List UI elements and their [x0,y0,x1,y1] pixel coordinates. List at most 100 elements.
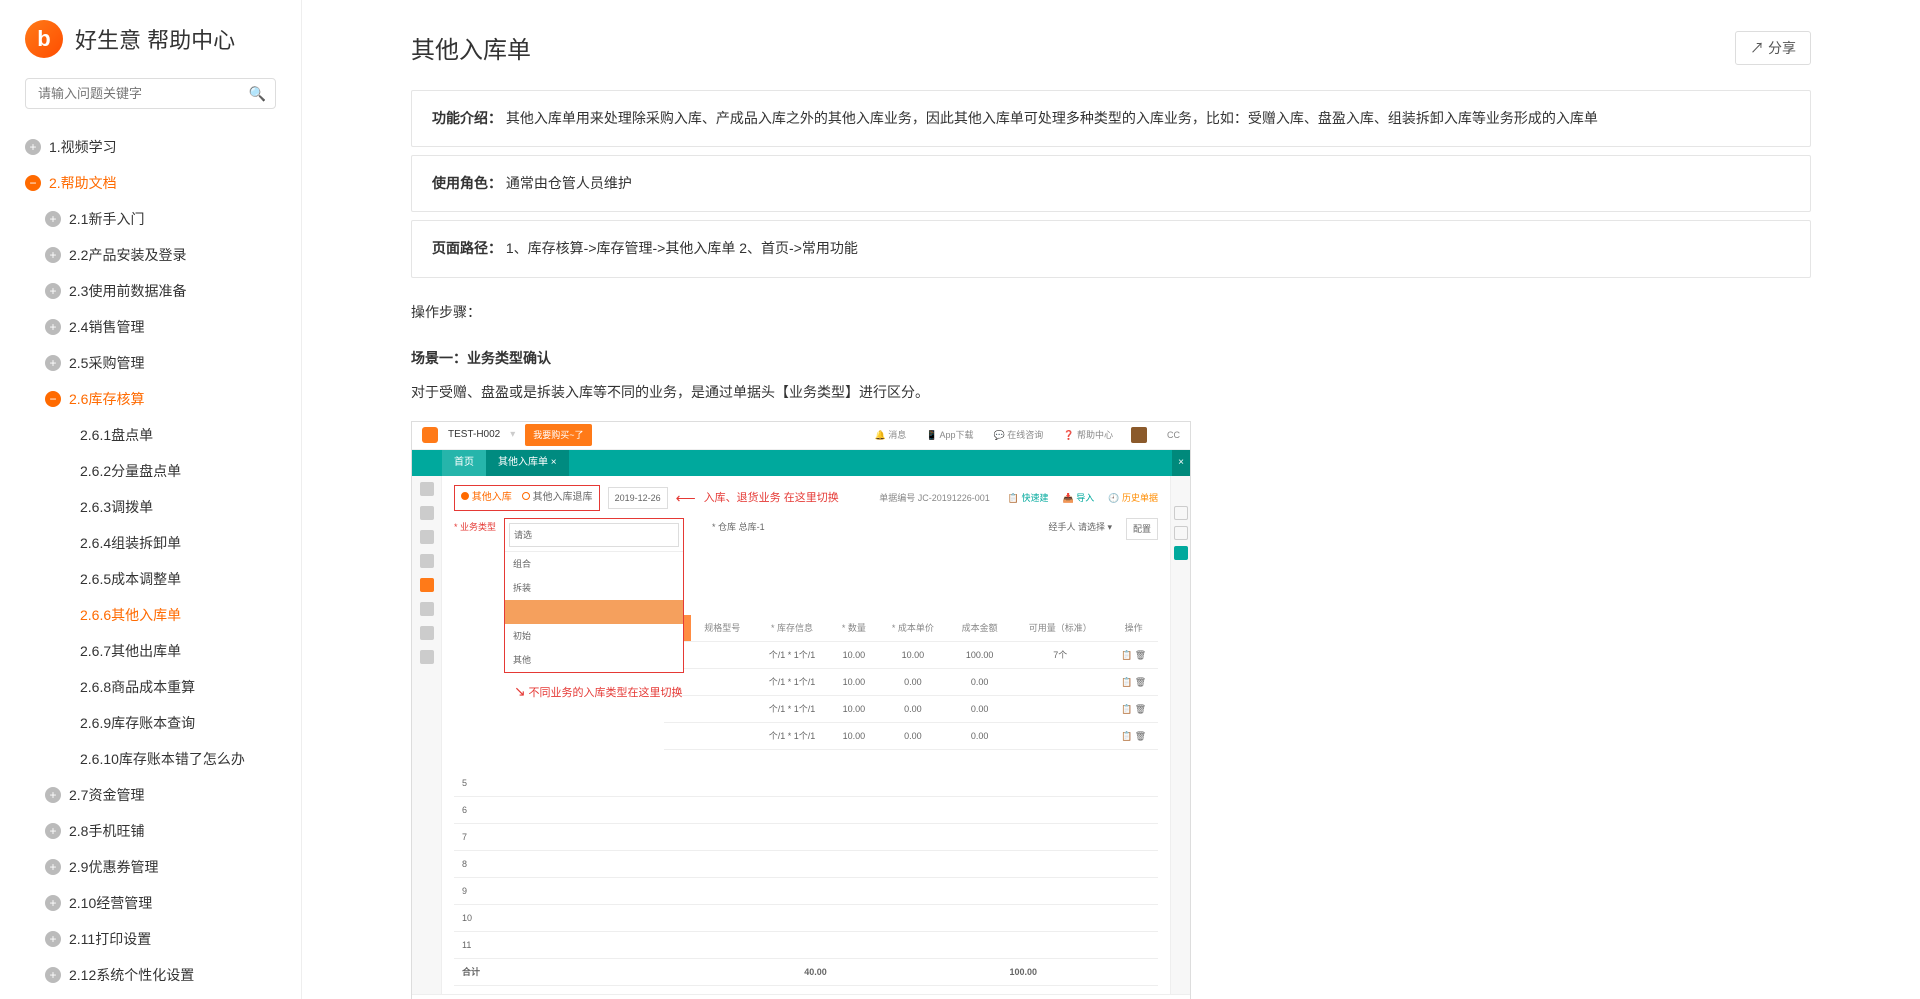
rail-icon[interactable] [420,506,434,520]
ss-tab-active[interactable]: 其他入库单 × [486,450,569,476]
ss-chip-chat[interactable]: 💬 在线咨询 [994,426,1044,444]
ss-memo-row: 备注信息 请输入单据备注 [412,994,1190,999]
nav-21[interactable]: +2.1新手入门 [0,201,301,237]
nav-28[interactable]: +2.8手机旺铺 [0,813,301,849]
plus-icon: + [45,931,61,947]
dd-option[interactable]: 初始 [505,624,683,648]
nav-264[interactable]: 2.6.4组装拆卸单 [0,525,301,561]
tool-icon[interactable] [1174,546,1188,560]
ss-chip-help[interactable]: ❓ 帮助中心 [1063,426,1113,444]
arrow-icon: ⟵ [676,484,696,512]
nav-212[interactable]: +2.12系统个性化设置 [0,957,301,993]
rail-icon[interactable] [420,482,434,496]
nav-docs[interactable]: −2.帮助文档 [0,165,301,201]
tool-icon[interactable] [1174,506,1188,520]
nav-24[interactable]: +2.4销售管理 [0,309,301,345]
dd-option-selected[interactable] [505,600,683,624]
table-row[interactable]: 个/1 * 1个/110.000.000.00📋 🗑 [664,722,1158,749]
nav-266[interactable]: 2.6.6其他入库单 [0,597,301,633]
dd-option[interactable]: 其他 [505,648,683,672]
ss-right-rail [1170,476,1190,994]
table-row[interactable]: 9 [454,877,1158,904]
ss-type-switch[interactable]: 其他入库 其他入库退库 [454,485,600,511]
plus-icon: + [45,895,61,911]
ss-buy-button[interactable]: 我要购买~了 [525,424,591,446]
share-button[interactable]: ↗ 分享 [1735,31,1811,65]
role-label: 使用角色： [432,175,502,191]
nav-267[interactable]: 2.6.7其他出库单 [0,633,301,669]
minus-icon: − [45,391,61,407]
plus-icon: + [25,139,41,155]
ss-main: 其他入库 其他入库退库 2019-12-26 ⟵ 入库、退货业务 在这里切换 单… [442,476,1170,994]
plus-icon: + [45,355,61,371]
rail-icon[interactable] [420,650,434,664]
embedded-screenshot: TEST-H002 ▾ 我要购买~了 🔔 消息 📱 App下载 💬 在线咨询 ❓… [411,421,1191,999]
dd-option[interactable]: 拆装 [505,576,683,600]
scene1-text: 对于受赠、盘盈或是拆装入库等不同的业务，是通过单据头【业务类型】进行区分。 [411,378,1811,406]
page-title: 其他入库单 [411,30,531,65]
ss-date[interactable]: 2019-12-26 [608,487,668,509]
nav-video[interactable]: +1.视频学习 [0,129,301,165]
dd-option[interactable]: 组合 [505,552,683,576]
minus-icon: − [25,175,41,191]
nav-262[interactable]: 2.6.2分量盘点单 [0,453,301,489]
nav-23[interactable]: +2.3使用前数据准备 [0,273,301,309]
table-row[interactable]: 7 [454,823,1158,850]
ss-biztype-dropdown[interactable]: 请选 组合 拆装 初始 其他 [504,518,684,673]
avatar-icon[interactable] [1131,427,1147,443]
dd-input[interactable]: 请选 [509,523,679,547]
ss-topbar: TEST-H002 ▾ 我要购买~了 🔔 消息 📱 App下载 💬 在线咨询 ❓… [412,422,1190,450]
role-text: 通常由仓管人员维护 [506,175,632,191]
rail-icon[interactable] [420,530,434,544]
table-row[interactable]: 8 [454,850,1158,877]
plus-icon: + [45,859,61,875]
ss-table-empty: 5 6 7 8 9 10 11 合计40.00100.00 [454,770,1158,986]
rail-icon[interactable] [420,626,434,640]
ss-left-rail [412,476,442,994]
nav-25[interactable]: +2.5采购管理 [0,345,301,381]
plus-icon: + [45,967,61,983]
nav-29[interactable]: +2.9优惠券管理 [0,849,301,885]
nav-26[interactable]: −2.6库存核算 [0,381,301,417]
sidebar: b 好生意 帮助中心 🔍 +1.视频学习 −2.帮助文档 +2.1新手入门 +2… [0,0,302,999]
table-row[interactable]: 个/1 * 1个/110.000.000.00📋 🗑 [664,695,1158,722]
plus-icon: + [45,247,61,263]
rail-icon-active[interactable] [420,578,434,592]
plus-icon: + [45,823,61,839]
table-row[interactable]: 6 [454,796,1158,823]
search-icon[interactable]: 🔍 [249,85,266,102]
nav-268[interactable]: 2.6.8商品成本重算 [0,669,301,705]
site-title: 好生意 帮助中心 [75,23,235,55]
nav-210[interactable]: +2.10经营管理 [0,885,301,921]
nav-265[interactable]: 2.6.5成本调整单 [0,561,301,597]
table-row[interactable]: 11 [454,931,1158,958]
search-input[interactable] [25,78,276,109]
nav-213[interactable]: +2.13在线支付 [0,993,301,999]
ss-note2: 不同业务的入库类型在这里切换 [529,687,683,699]
tool-icon[interactable] [1174,526,1188,540]
nav-211[interactable]: +2.11打印设置 [0,921,301,957]
intro-label: 功能介绍： [432,110,502,126]
nav-261[interactable]: 2.6.1盘点单 [0,417,301,453]
ss-chip-app[interactable]: 📱 App下载 [926,426,973,444]
role-panel: 使用角色： 通常由仓管人员维护 [411,155,1811,212]
logo-icon: b [25,20,63,58]
ss-close-icon[interactable]: × [1172,450,1190,476]
arrow-icon: ↘ [514,683,526,699]
plus-icon: + [45,283,61,299]
rail-icon[interactable] [420,602,434,616]
table-row[interactable]: 5 [454,770,1158,797]
ss-tab-home[interactable]: 首页 [442,450,486,476]
nav-2610[interactable]: 2.6.10库存账本错了怎么办 [0,741,301,777]
rail-icon[interactable] [420,554,434,568]
path-panel: 页面路径： 1、库存核算->库存管理->其他入库单 2、首页->常用功能 [411,220,1811,277]
nav-27[interactable]: +2.7资金管理 [0,777,301,813]
steps-label: 操作步骤： [411,298,1811,326]
nav-269[interactable]: 2.6.9库存账本查询 [0,705,301,741]
content: 其他入库单 ↗ 分享 功能介绍： 其他入库单用来处理除采购入库、产成品入库之外的… [411,30,1811,969]
title-row: 其他入库单 ↗ 分享 [411,30,1811,65]
nav-263[interactable]: 2.6.3调拨单 [0,489,301,525]
nav-22[interactable]: +2.2产品安装及登录 [0,237,301,273]
table-row[interactable]: 10 [454,904,1158,931]
ss-note1: 入库、退货业务 在这里切换 [704,487,839,509]
